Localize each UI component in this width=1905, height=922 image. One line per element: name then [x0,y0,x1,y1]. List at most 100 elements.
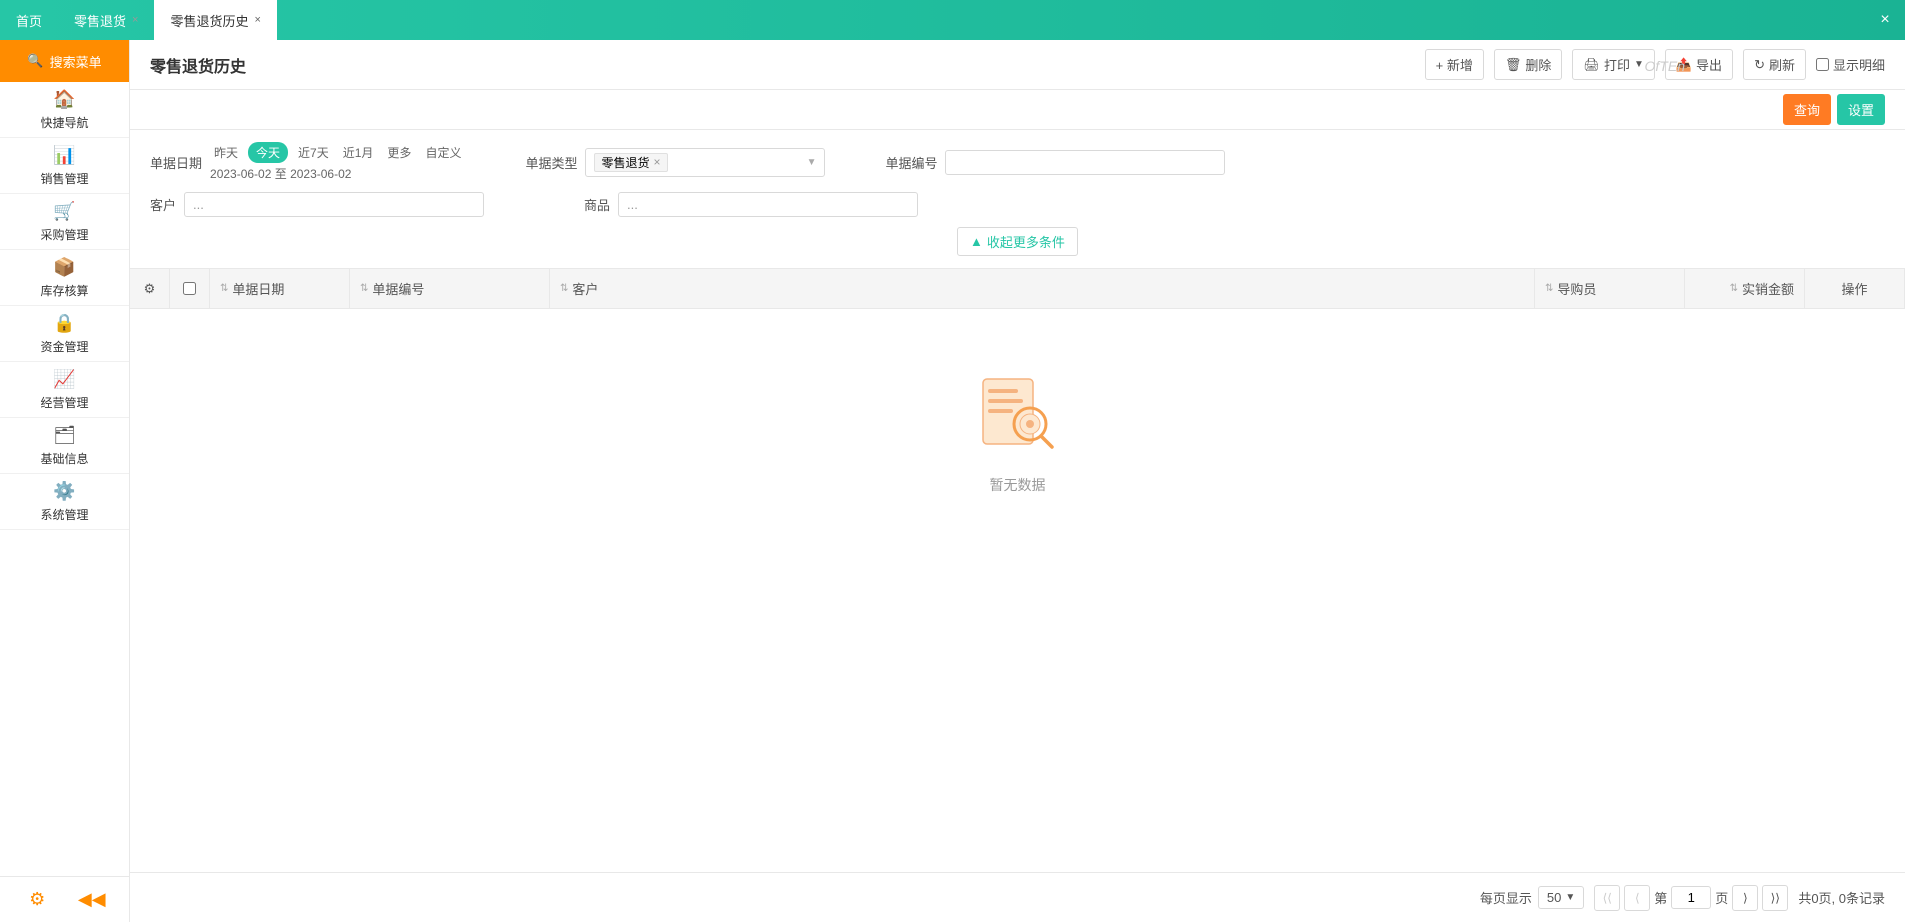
sort-customer-icon: ⇅ [560,283,568,294]
date-filter-label: 单据日期 [150,153,202,172]
show-detail-checkbox[interactable] [1816,58,1829,71]
collapse-up-icon: ▲ [970,234,983,249]
tab-retail-return[interactable]: 零售退货 × [58,0,154,40]
sidebar-item-system[interactable]: ⚙️ 系统管理 [0,474,129,530]
menu-bottom-button[interactable]: ◀◀ [76,884,108,916]
empty-icon [968,369,1068,459]
sidebar-item-finance[interactable]: 🔒 资金管理 [0,306,129,362]
sidebar-item-purchase[interactable]: 🛒 采购管理 [0,194,129,250]
show-detail-wrap: 显示明细 [1816,55,1885,74]
sidebar-search[interactable]: 🔍 搜索菜单 [0,40,129,82]
tab-retail-return-close[interactable]: × [132,14,138,26]
sidebar-item-operations[interactable]: 📈 经营管理 [0,362,129,418]
th-date[interactable]: ⇅ 单据日期 [210,269,350,308]
filter-area: 单据日期 昨天 今天 近7天 近1月 更多 自定义 2023-06-02 至 2… [130,130,1905,269]
sidebar-item-sales[interactable]: 📊 销售管理 [0,138,129,194]
table-area: ⚙ ⇅ 单据日期 ⇅ 单据编号 ⇅ 客户 ⇅ [130,269,1905,872]
page-size-select: 每页显示 50 ▼ [1480,886,1584,909]
th-checkbox[interactable] [170,269,210,308]
goods-filter-item: 商品 ... [584,192,918,217]
tab-retail-return-history-close[interactable]: × [254,14,260,26]
print-button[interactable]: 🖨 打印 ▼ [1572,49,1654,80]
empty-text: 暂无数据 [990,475,1046,495]
th-settings[interactable]: ⚙ [130,269,170,308]
filter-row-2: 客户 ... 商品 ... [150,192,1885,217]
doc-no-input[interactable] [945,150,1225,175]
settings-button[interactable]: 设置 [1837,94,1885,125]
th-amount[interactable]: ⇅ 实销金额 [1685,269,1805,308]
delete-button[interactable]: 🗑 删除 [1494,49,1563,80]
page-next-button[interactable]: ⟩ [1732,885,1758,911]
date-opt-yesterday[interactable]: 昨天 [210,142,242,163]
tab-home[interactable]: 首页 [0,0,58,40]
refresh-button[interactable]: ↻ 刷新 [1743,49,1806,80]
page-actions: + 新增 🗑 删除 🖨 打印 ▼ 📤 导出 ↻ 刷新 [1425,49,1885,80]
doc-type-label: 单据类型 [525,153,577,172]
print-dropdown-icon: ▼ [1634,59,1644,70]
sidebar-item-quick-nav[interactable]: 🏠 快捷导航 [0,82,129,138]
date-options: 昨天 今天 近7天 近1月 更多 自定义 [210,142,465,163]
operations-icon: 📈 [53,369,75,390]
new-button[interactable]: + 新增 [1425,49,1484,80]
sidebar-item-inventory[interactable]: 📦 库存核算 [0,250,129,306]
settings-column-icon: ⚙ [144,281,156,297]
system-icon: ⚙️ [53,481,75,502]
page-number-input[interactable] [1671,886,1711,909]
date-opt-custom[interactable]: 自定义 [421,142,465,163]
customer-select[interactable]: ... [184,192,484,217]
goods-label: 商品 [584,195,610,214]
page-last-button[interactable]: ⟩⟩ [1762,885,1788,911]
date-options-wrap: 昨天 今天 近7天 近1月 更多 自定义 2023-06-02 至 2023-0… [210,142,465,182]
pagination-bar: 每页显示 50 ▼ ⟨⟨ ⟨ 第 页 ⟩ ⟩⟩ 共0页, 0条记录 [130,872,1905,922]
date-filter-item: 单据日期 昨天 今天 近7天 近1月 更多 自定义 2023-06-02 至 2… [150,142,465,182]
collapse-button[interactable]: ▲ 收起更多条件 [957,227,1078,256]
sidebar-item-basic-info[interactable]: 🗂 基础信息 [0,418,129,474]
finance-icon: 🔒 [53,313,75,334]
doc-type-dropdown-icon: ▼ [807,157,817,168]
query-settings-row: 查询 设置 [130,90,1905,130]
search-icon: 🔍 [27,53,43,69]
customer-filter-item: 客户 ... [150,192,484,217]
query-button[interactable]: 查询 [1783,94,1831,125]
content-area: 零售退货历史 + 新增 🗑 删除 🖨 打印 ▼ 📤 导出 ↻ [130,40,1905,922]
th-guide[interactable]: ⇅ 导购员 [1535,269,1685,308]
date-opt-today[interactable]: 今天 [248,142,288,163]
window-close-button[interactable]: × [1865,0,1905,40]
date-opt-1month[interactable]: 近1月 [339,142,378,163]
doc-no-filter-item: 单据编号 [885,150,1225,175]
doc-type-tag-close[interactable]: × [653,155,660,169]
sort-order-icon: ⇅ [360,283,368,294]
page-nav: ⟨⟨ ⟨ 第 页 ⟩ ⟩⟩ [1594,885,1788,911]
page-first-button[interactable]: ⟨⟨ [1594,885,1620,911]
sidebar-nav: 🏠 快捷导航 📊 销售管理 🛒 采购管理 📦 库存核算 🔒 资金管理 📈 [0,82,129,876]
doc-type-filter-item: 单据类型 零售退货 × ▼ [525,148,825,177]
empty-state: 暂无数据 [130,309,1905,555]
tab-retail-return-history[interactable]: 零售退货历史 × [154,0,276,40]
sort-amount-icon: ⇅ [1730,283,1738,294]
page-header: 零售退货历史 + 新增 🗑 删除 🖨 打印 ▼ 📤 导出 ↻ [130,40,1905,90]
customer-label: 客户 [150,195,176,214]
select-all-checkbox[interactable] [183,282,196,295]
date-opt-more[interactable]: 更多 [383,142,415,163]
sort-date-icon: ⇅ [220,283,228,294]
goods-select[interactable]: ... [618,192,918,217]
purchase-icon: 🛒 [53,201,75,222]
tab-list: 首页 零售退货 × 零售退货历史 × [0,0,1865,40]
filter-row-1: 单据日期 昨天 今天 近7天 近1月 更多 自定义 2023-06-02 至 2… [150,142,1885,182]
page-size-dropdown-icon: ▼ [1565,892,1575,903]
doc-type-select[interactable]: 零售退货 × ▼ [585,148,825,177]
doc-no-label: 单据编号 [885,153,937,172]
sort-guide-icon: ⇅ [1545,283,1553,294]
page-prev-button[interactable]: ⟨ [1624,885,1650,911]
th-operate: 操作 [1805,269,1905,308]
settings-bottom-button[interactable]: ⚙ [21,884,53,916]
th-customer[interactable]: ⇅ 客户 [550,269,1535,308]
th-order-no[interactable]: ⇅ 单据编号 [350,269,550,308]
export-button[interactable]: 📤 导出 [1665,49,1733,80]
main-layout: 🔍 搜索菜单 🏠 快捷导航 📊 销售管理 🛒 采购管理 📦 库存核算 🔒 [0,40,1905,922]
date-opt-7days[interactable]: 近7天 [294,142,333,163]
doc-type-tag: 零售退货 × [594,153,667,172]
page-size-dropdown[interactable]: 50 ▼ [1538,886,1584,909]
sidebar: 🔍 搜索菜单 🏠 快捷导航 📊 销售管理 🛒 采购管理 📦 库存核算 🔒 [0,40,130,922]
menu-bottom-icon: ◀◀ [78,889,106,910]
